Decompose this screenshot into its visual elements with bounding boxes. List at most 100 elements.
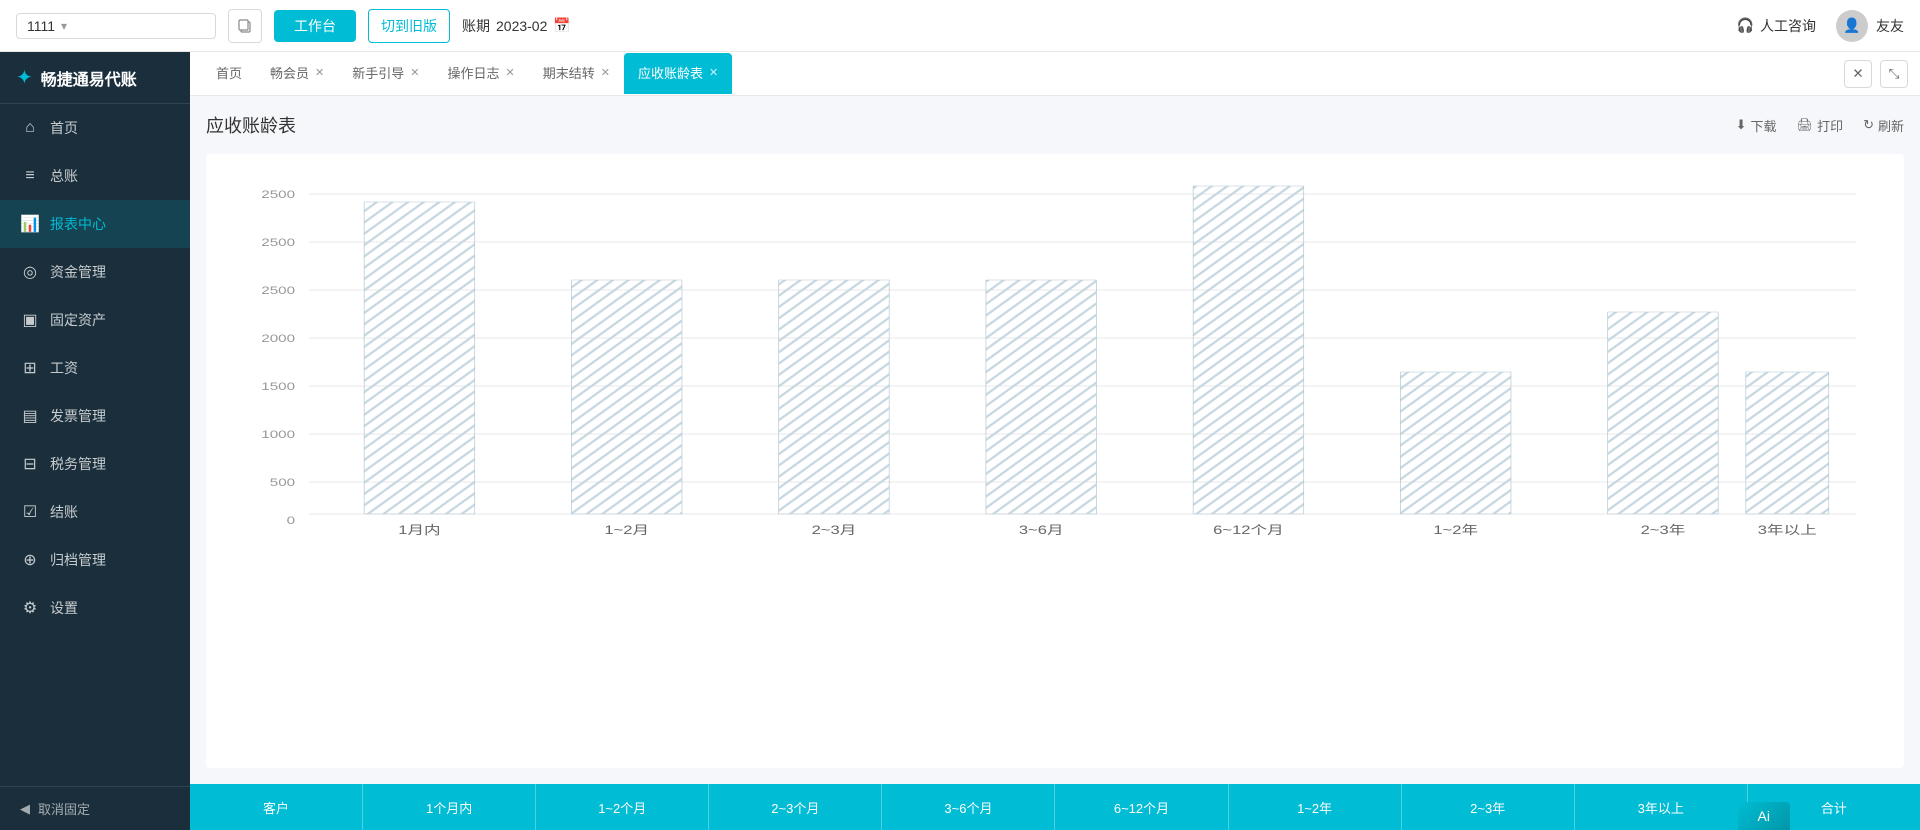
close-books-icon: ☑: [20, 502, 40, 522]
table-col-1-2y: 1~2年: [1229, 784, 1402, 830]
refresh-icon: ↻: [1863, 117, 1874, 133]
ar-aging-chart: 2500 2500 2500 2000 1500 1000 500 0: [226, 174, 1884, 554]
svg-text:1000: 1000: [261, 428, 295, 440]
sidebar-item-ledger[interactable]: ≡ 总账: [0, 152, 190, 200]
copy-button[interactable]: [228, 9, 262, 43]
sidebar-label-close: 结账: [50, 502, 78, 522]
sidebar-label-assets: 固定资产: [50, 310, 106, 330]
svg-text:1500: 1500: [261, 380, 295, 392]
table-col-3y-plus: 3年以上: [1575, 784, 1748, 830]
tab-period-close-close[interactable]: ✕: [601, 66, 610, 79]
tab-guide-close[interactable]: ✕: [410, 66, 419, 79]
sidebar-item-assets[interactable]: ▣ 固定资产: [0, 296, 190, 344]
sidebar-label-reports: 报表中心: [50, 214, 106, 234]
invoice-icon: ▤: [20, 406, 40, 426]
print-button[interactable]: 🖨 打印: [1797, 116, 1844, 135]
refresh-button[interactable]: ↻ 刷新: [1863, 116, 1904, 135]
sidebar-item-home[interactable]: ⌂ 首页: [0, 104, 190, 152]
svg-text:6~12个月: 6~12个月: [1213, 523, 1283, 537]
tab-actions: ✕ ⤡: [1844, 60, 1908, 88]
svg-text:2000: 2000: [261, 332, 295, 344]
tab-member-close[interactable]: ✕: [315, 66, 324, 79]
sidebar-item-tax[interactable]: ⊟ 税务管理: [0, 440, 190, 488]
sidebar-label-tax: 税务管理: [50, 454, 106, 474]
sidebar-logo: ✦ 畅捷通易代账: [0, 52, 190, 104]
sidebar-item-funds[interactable]: ◎ 资金管理: [0, 248, 190, 296]
tab-period-close-label: 期末结转: [543, 63, 595, 82]
svg-text:1~2月: 1~2月: [604, 524, 649, 537]
page-content: 应收账龄表 ⬇ 下载 🖨 打印 ↻ 刷新: [190, 96, 1920, 784]
consult-label: 人工咨询: [1760, 16, 1816, 36]
user-name: 友友: [1876, 16, 1904, 36]
sidebar-unpin-button[interactable]: ◀ 取消固定: [0, 786, 190, 830]
content-area: 首页 畅会员 ✕ 新手引导 ✕ 操作日志 ✕ 期末结转 ✕ 应收账龄表 ✕: [190, 52, 1920, 830]
tab-ar-aging[interactable]: 应收账龄表 ✕: [624, 53, 732, 94]
period-value: 2023-02: [496, 18, 547, 34]
period-section: 账期 2023-02 📅: [462, 16, 571, 36]
logo-icon: ✦: [16, 65, 33, 90]
tab-guide[interactable]: 新手引导 ✕: [338, 53, 433, 94]
table-col-customer: 客户: [190, 784, 363, 830]
sidebar-item-reports[interactable]: 📊 报表中心: [0, 200, 190, 248]
download-icon: ⬇: [1736, 117, 1747, 133]
ai-badge[interactable]: Ai: [1738, 802, 1790, 830]
tab-period-close[interactable]: 期末结转 ✕: [529, 53, 624, 94]
app-name: 畅捷通易代账: [41, 66, 137, 90]
svg-text:2500: 2500: [261, 236, 295, 248]
svg-text:2~3年: 2~3年: [1641, 523, 1686, 537]
user-section[interactable]: 👤 友友: [1836, 10, 1904, 42]
reports-icon: 📊: [20, 214, 40, 234]
assets-icon: ▣: [20, 310, 40, 330]
calendar-icon[interactable]: 📅: [553, 17, 570, 34]
download-label: 下载: [1751, 116, 1777, 135]
tab-ar-aging-close[interactable]: ✕: [709, 66, 718, 79]
refresh-label: 刷新: [1878, 116, 1904, 135]
tab-oplog-close[interactable]: ✕: [506, 66, 515, 79]
svg-text:1月内: 1月内: [398, 523, 440, 537]
table-col-3-6m: 3~6个月: [882, 784, 1055, 830]
tab-bar: 首页 畅会员 ✕ 新手引导 ✕ 操作日志 ✕ 期末结转 ✕ 应收账龄表 ✕: [190, 52, 1920, 96]
sidebar-item-archive[interactable]: ⊕ 归档管理: [0, 536, 190, 584]
home-icon: ⌂: [20, 119, 40, 137]
main-layout: ✦ 畅捷通易代账 ⌂ 首页 ≡ 总账 📊 报表中心 ◎ 资金管理 ▣ 固定资产 …: [0, 52, 1920, 830]
sidebar-item-payroll[interactable]: ⊞ 工资: [0, 344, 190, 392]
sidebar-label-archive: 归档管理: [50, 550, 106, 570]
company-selector[interactable]: 1111 ▾: [16, 13, 216, 39]
ledger-icon: ≡: [20, 167, 40, 185]
svg-text:500: 500: [270, 476, 295, 488]
sidebar-item-settings[interactable]: ⚙ 设置: [0, 584, 190, 632]
tab-member[interactable]: 畅会员 ✕: [256, 53, 338, 94]
table-col-2-3y: 2~3年: [1402, 784, 1575, 830]
workbench-button[interactable]: 工作台: [274, 10, 356, 42]
table-col-2-3m: 2~3个月: [709, 784, 882, 830]
settings-icon: ⚙: [20, 598, 40, 618]
tax-icon: ⊟: [20, 454, 40, 474]
sidebar-label-payroll: 工资: [50, 358, 78, 378]
fullscreen-button[interactable]: ⤡: [1880, 60, 1908, 88]
ai-label: Ai: [1758, 808, 1770, 824]
page-title: 应收账龄表: [206, 112, 296, 138]
sidebar-item-invoice[interactable]: ▤ 发票管理: [0, 392, 190, 440]
print-icon: 🖨: [1797, 117, 1814, 133]
print-label: 打印: [1817, 116, 1843, 135]
svg-text:2~3月: 2~3月: [812, 524, 857, 537]
tab-home[interactable]: 首页: [202, 53, 256, 94]
payroll-icon: ⊞: [20, 358, 40, 378]
svg-text:2500: 2500: [261, 284, 295, 296]
sidebar-label-invoice: 发票管理: [50, 406, 106, 426]
sidebar-label-funds: 资金管理: [50, 262, 106, 282]
tab-oplog-label: 操作日志: [447, 63, 499, 82]
company-name: 1111: [27, 18, 55, 34]
period-label: 账期: [462, 16, 490, 36]
table-col-1-2m: 1~2个月: [536, 784, 709, 830]
switch-version-button[interactable]: 切到旧版: [368, 9, 450, 43]
header-right: 🎧 人工咨询 👤 友友: [1737, 10, 1904, 42]
sidebar-item-close[interactable]: ☑ 结账: [0, 488, 190, 536]
table-header: 客户 1个月内 1~2个月 2~3个月 3~6个月 6~12个月 1~2年 2~…: [190, 784, 1920, 830]
close-all-tabs-button[interactable]: ✕: [1844, 60, 1872, 88]
svg-text:3年以上: 3年以上: [1758, 523, 1817, 537]
unpin-label: 取消固定: [38, 799, 90, 818]
tab-oplog[interactable]: 操作日志 ✕: [433, 53, 528, 94]
consult-button[interactable]: 🎧 人工咨询: [1737, 16, 1816, 36]
download-button[interactable]: ⬇ 下载: [1736, 116, 1777, 135]
